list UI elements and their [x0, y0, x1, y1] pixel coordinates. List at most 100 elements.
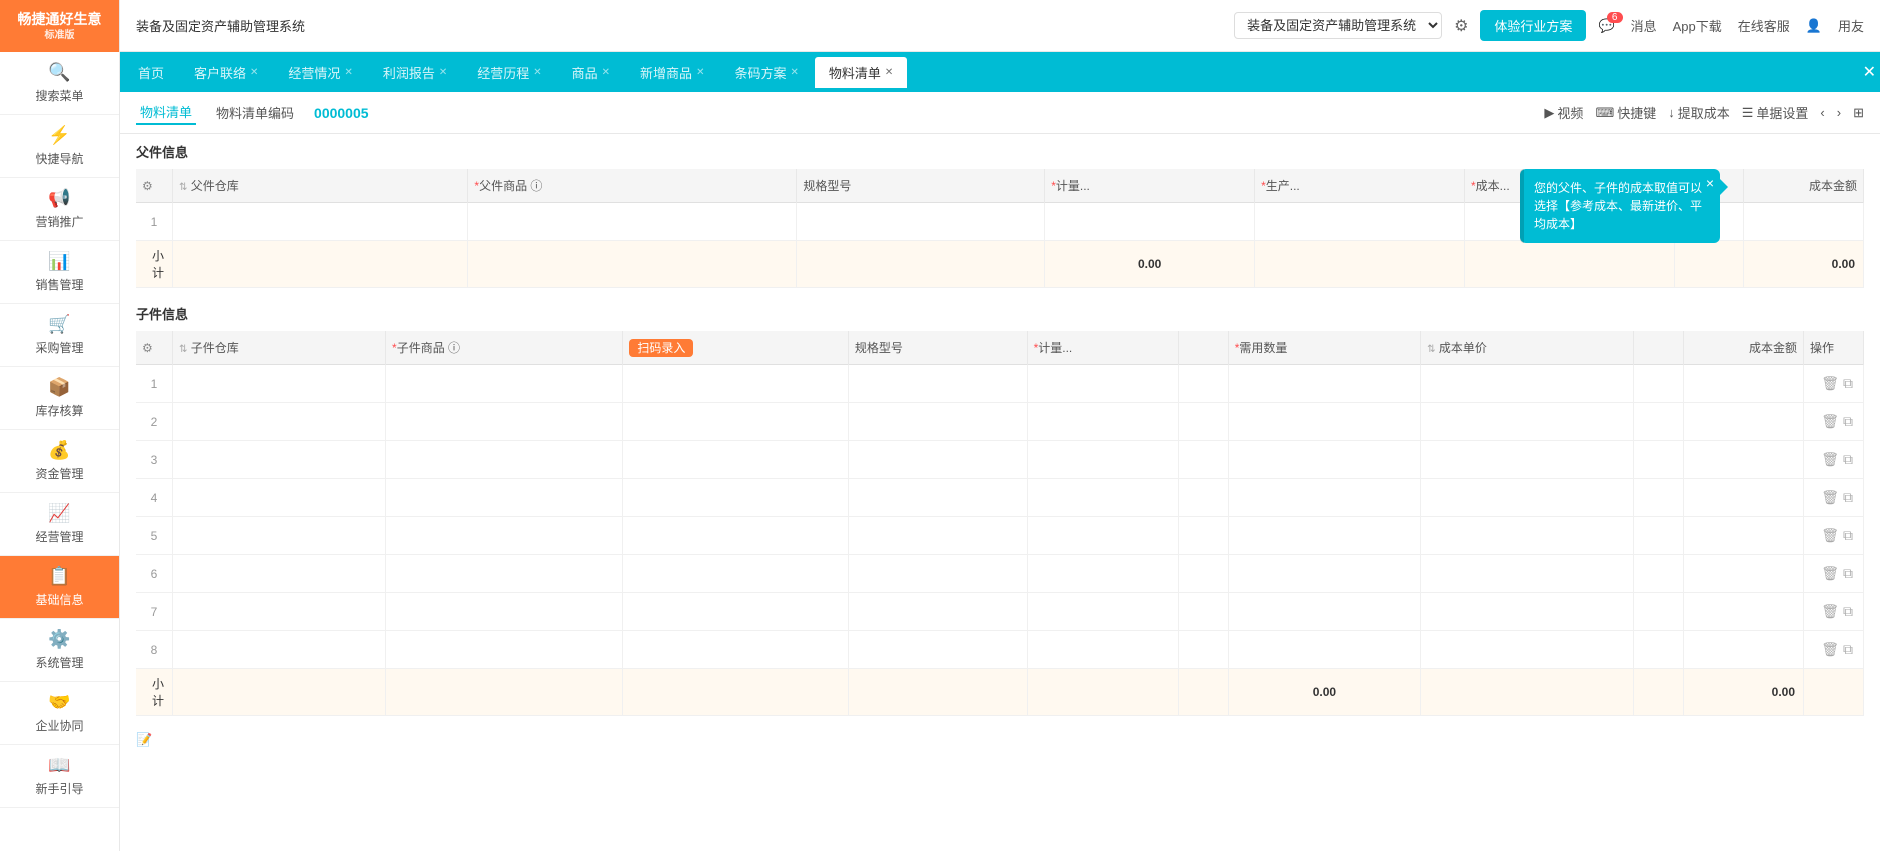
child-row-3-unit-cost[interactable] [1421, 441, 1634, 479]
extract-cost-action[interactable]: ↓ 提取成本 [1668, 103, 1730, 122]
child-row-2-unit-cost[interactable] [1421, 403, 1634, 441]
child-row-6-measure[interactable] [1027, 555, 1178, 593]
child-row-7-copy[interactable]: ⧉ [1843, 603, 1853, 620]
child-row-8-goods[interactable] [386, 631, 623, 669]
child-row-8-copy[interactable]: ⧉ [1843, 641, 1853, 658]
child-row-8-warehouse[interactable] [173, 631, 386, 669]
child-row-8-qty[interactable] [1228, 631, 1420, 669]
expand-icon[interactable]: ⊞ [1853, 105, 1864, 121]
sidebar-item-3[interactable]: 📊 销售管理 [0, 241, 119, 304]
settings-icon[interactable]: ⚙ [1454, 16, 1468, 36]
child-row-8-spec[interactable] [848, 631, 1027, 669]
nav-tab-close-8[interactable]: ✕ [885, 67, 893, 78]
child-row-8-unit-cost[interactable] [1421, 631, 1634, 669]
parent-row-1-warehouse[interactable] [173, 203, 468, 241]
nav-tab-close-6[interactable]: ✕ [696, 67, 704, 78]
child-row-2-copy[interactable]: ⧉ [1843, 413, 1853, 430]
sidebar-item-5[interactable]: 📦 库存核算 [0, 367, 119, 430]
child-row-7-goods[interactable] [386, 593, 623, 631]
shortcut-action[interactable]: ⌨ 快捷键 [1595, 103, 1656, 122]
close-all-tabs[interactable]: ✕ [1863, 62, 1876, 82]
sub-tab-bill[interactable]: 物料清单 [136, 100, 196, 125]
nav-tab-7[interactable]: 条码方案 ✕ [720, 57, 812, 88]
single-settings-action[interactable]: ☰ 单据设置 [1742, 103, 1809, 122]
nav-tab-4[interactable]: 经营历程 ✕ [463, 57, 555, 88]
child-row-5-spec[interactable] [848, 517, 1027, 555]
parent-row-1-goods[interactable] [468, 203, 797, 241]
child-row-4-spec[interactable] [848, 479, 1027, 517]
parent-row-1-production[interactable] [1255, 203, 1465, 241]
nav-tab-1[interactable]: 客户联络 ✕ [180, 57, 272, 88]
child-row-6-unit-cost[interactable] [1421, 555, 1634, 593]
child-row-1-qty[interactable] [1228, 365, 1420, 403]
child-row-3-delete[interactable]: 🗑 [1821, 451, 1839, 468]
child-row-5-delete[interactable]: 🗑 [1821, 527, 1839, 544]
message-icon[interactable]: 💬 6 [1598, 18, 1614, 34]
child-row-7-delete[interactable]: 🗑 [1821, 603, 1839, 620]
nav-tab-0[interactable]: 首页 [124, 57, 178, 88]
child-row-1-measure[interactable] [1027, 365, 1178, 403]
child-row-1-copy[interactable]: ⧉ [1843, 375, 1853, 392]
child-row-2-measure[interactable] [1027, 403, 1178, 441]
child-row-5-warehouse[interactable] [173, 517, 386, 555]
online-service[interactable]: 在线客服 [1738, 16, 1790, 35]
app-download[interactable]: App下载 [1673, 16, 1722, 35]
trial-button[interactable]: 体验行业方案 [1480, 10, 1586, 41]
nav-tab-5[interactable]: 商品 ✕ [558, 57, 624, 88]
child-row-4-goods[interactable] [386, 479, 623, 517]
child-row-1-goods[interactable] [386, 365, 623, 403]
child-row-4-copy[interactable]: ⧉ [1843, 489, 1853, 506]
child-row-4-qty[interactable] [1228, 479, 1420, 517]
nav-next[interactable]: › [1837, 105, 1841, 120]
sidebar-item-10[interactable]: 🤝 企业协同 [0, 682, 119, 745]
child-row-7-qty[interactable] [1228, 593, 1420, 631]
child-row-7-spec[interactable] [848, 593, 1027, 631]
child-row-5-unit-cost[interactable] [1421, 517, 1634, 555]
child-col-settings[interactable]: ⚙ [136, 331, 173, 365]
child-row-1-spec[interactable] [848, 365, 1027, 403]
sidebar-item-1[interactable]: ⚡ 快捷导航 [0, 115, 119, 178]
sidebar-item-0[interactable]: 🔍 搜索菜单 [0, 52, 119, 115]
nav-tab-close-4[interactable]: ✕ [533, 67, 541, 78]
child-row-3-spec[interactable] [848, 441, 1027, 479]
child-row-6-delete[interactable]: 🗑 [1821, 565, 1839, 582]
sidebar-item-7[interactable]: 📈 经营管理 [0, 493, 119, 556]
child-row-3-goods[interactable] [386, 441, 623, 479]
child-row-2-qty[interactable] [1228, 403, 1420, 441]
sub-tab-code[interactable]: 物料清单编码 [212, 101, 298, 124]
child-row-7-unit-cost[interactable] [1421, 593, 1634, 631]
child-col-qr[interactable]: 扫码录入 [623, 331, 849, 365]
child-row-2-delete[interactable]: 🗑 [1821, 413, 1839, 430]
sidebar-item-4[interactable]: 🛒 采购管理 [0, 304, 119, 367]
child-row-6-spec[interactable] [848, 555, 1027, 593]
child-row-6-copy[interactable]: ⧉ [1843, 565, 1853, 582]
sidebar-item-6[interactable]: 💰 资金管理 [0, 430, 119, 493]
nav-tab-close-1[interactable]: ✕ [250, 67, 258, 78]
nav-tab-close-3[interactable]: ✕ [439, 67, 447, 78]
nav-tab-close-5[interactable]: ✕ [602, 67, 610, 78]
tooltip-close-btn[interactable]: × [1706, 173, 1714, 194]
child-row-8-measure[interactable] [1027, 631, 1178, 669]
child-row-3-warehouse[interactable] [173, 441, 386, 479]
child-row-5-goods[interactable] [386, 517, 623, 555]
child-row-6-warehouse[interactable] [173, 555, 386, 593]
child-row-7-warehouse[interactable] [173, 593, 386, 631]
child-row-4-warehouse[interactable] [173, 479, 386, 517]
child-row-1-unit-cost[interactable] [1421, 365, 1634, 403]
nav-prev[interactable]: ‹ [1820, 105, 1824, 120]
nav-tab-3[interactable]: 利润报告 ✕ [369, 57, 461, 88]
sidebar-item-2[interactable]: 📢 营销推广 [0, 178, 119, 241]
sidebar-item-11[interactable]: 📖 新手引导 [0, 745, 119, 808]
child-row-3-copy[interactable]: ⧉ [1843, 451, 1853, 468]
parent-col-settings[interactable]: ⚙ [136, 169, 173, 203]
child-row-6-goods[interactable] [386, 555, 623, 593]
nav-tab-6[interactable]: 新增商品 ✕ [626, 57, 718, 88]
nav-tab-close-7[interactable]: ✕ [790, 67, 798, 78]
child-row-5-copy[interactable]: ⧉ [1843, 527, 1853, 544]
child-row-2-goods[interactable] [386, 403, 623, 441]
child-row-2-spec[interactable] [848, 403, 1027, 441]
child-row-7-measure[interactable] [1027, 593, 1178, 631]
child-row-1-delete[interactable]: 🗑 [1821, 375, 1839, 392]
child-row-3-qty[interactable] [1228, 441, 1420, 479]
nav-tab-2[interactable]: 经营情况 ✕ [274, 57, 366, 88]
